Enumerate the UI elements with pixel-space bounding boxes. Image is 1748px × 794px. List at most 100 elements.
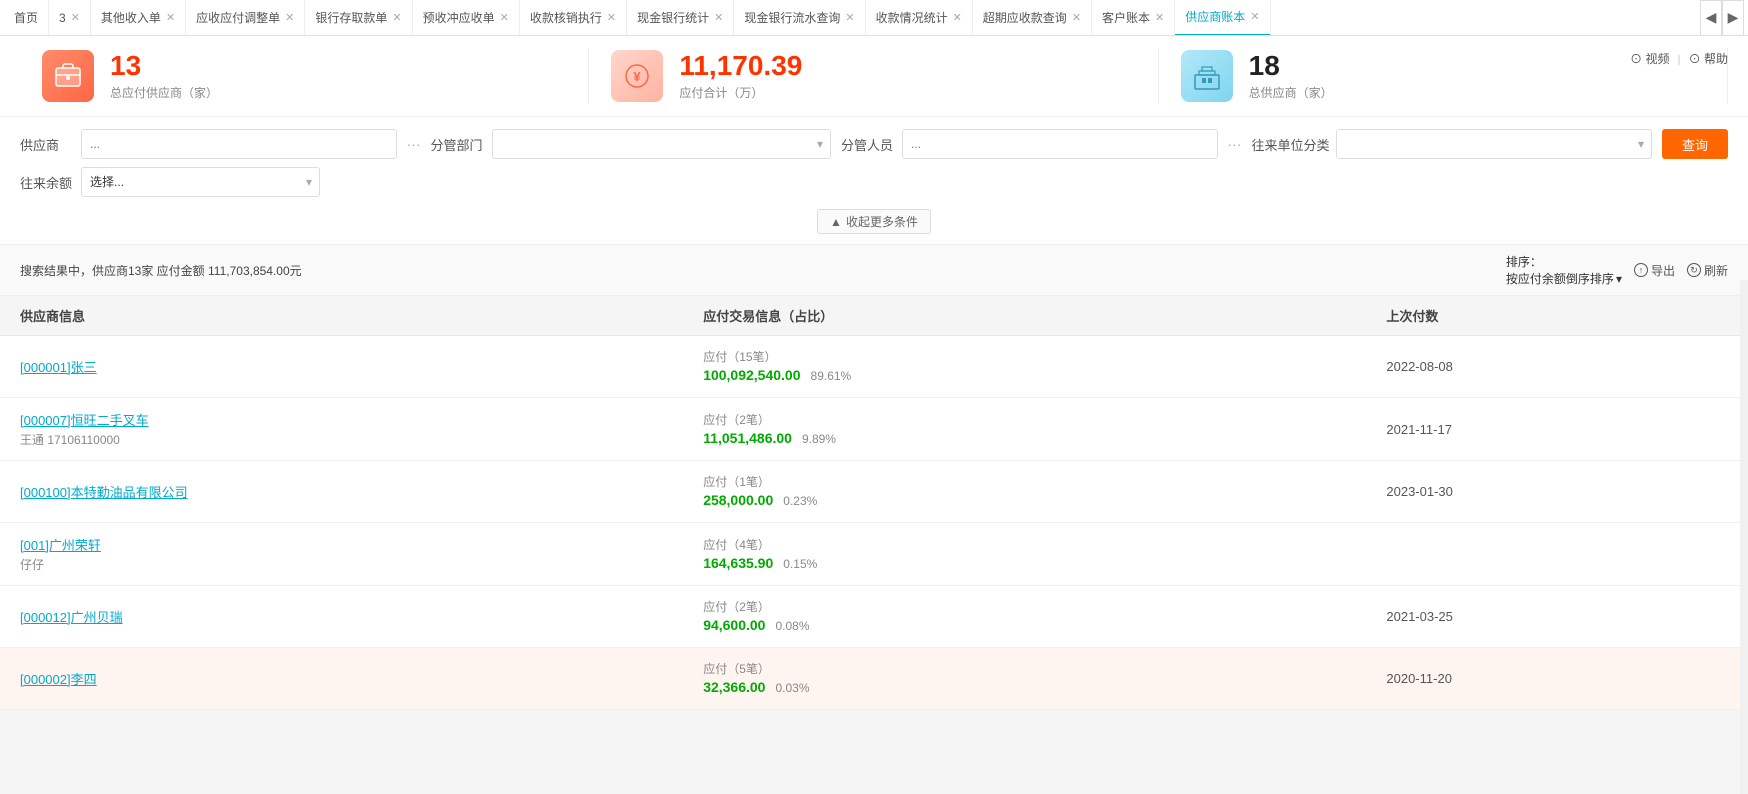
dept-select-wrapper xyxy=(492,129,832,159)
tx-cell: 应付（4笔） 164,635.90 0.15% xyxy=(703,536,1386,573)
refresh-button[interactable]: ↻ 刷新 xyxy=(1687,262,1728,279)
nav-tab-collection[interactable]: 收款核销执行 ✕ xyxy=(520,0,627,36)
table-row: [000007]恒旺二手叉车 王通 17106110000 应付（2笔） 11,… xyxy=(0,398,1748,461)
video-link[interactable]: ⊙ 视频 xyxy=(1630,50,1669,67)
tx-pct: 0.23% xyxy=(783,494,817,508)
nav-tab-3[interactable]: 3 ✕ xyxy=(49,0,91,36)
tx-pct: 9.89% xyxy=(802,432,836,446)
category-label: 往来单位分类 xyxy=(1252,135,1330,154)
nav-tab-home[interactable]: 首页 xyxy=(4,0,49,36)
tx-cell: 应付（15笔） 100,092,540.00 89.61% xyxy=(703,348,1386,385)
nav-tab-bank[interactable]: 银行存取款单 ✕ xyxy=(305,0,412,36)
result-summary: 搜索结果中，供应商13家 应付金额 111,703,854.00元 xyxy=(20,262,302,279)
supplier-cell: [000002]李四 xyxy=(20,669,703,688)
supplier-link[interactable]: [000001]张三 xyxy=(20,357,703,376)
table-header: 供应商信息 应付交易信息（占比） 上次付数 xyxy=(0,296,1748,336)
close-icon[interactable]: ✕ xyxy=(953,11,962,24)
last-pay-cell: 2021-03-25 xyxy=(1386,609,1728,624)
sort-button[interactable]: 按应付余额倒序排序 ▾ xyxy=(1506,270,1622,287)
tx-label: 应付（2笔） xyxy=(703,411,1386,428)
last-pay-cell: 2021-11-17 xyxy=(1386,422,1728,437)
filter-supplier: 供应商 ··· xyxy=(20,129,421,159)
supplier-cell: [000001]张三 xyxy=(20,357,703,376)
tx-row: 11,051,486.00 9.89% xyxy=(703,428,1386,448)
help-link[interactable]: ⊙ 帮助 xyxy=(1689,50,1728,67)
nav-tab-adjustment[interactable]: 应收应付调整单 ✕ xyxy=(186,0,305,36)
dept-label: 分管部门 xyxy=(431,135,486,154)
stat-payable-amount: ¥ 11,170.39 应付合计（万） xyxy=(589,48,1158,104)
nav-tab-collection-stats[interactable]: 收款情况统计 ✕ xyxy=(866,0,973,36)
nav-tab-other-income[interactable]: 其他收入单 ✕ xyxy=(91,0,186,36)
close-icon[interactable]: ✕ xyxy=(1155,11,1164,24)
close-icon[interactable]: ✕ xyxy=(500,11,509,24)
collapse-button[interactable]: ▲ 收起更多条件 xyxy=(817,209,931,234)
nav-next-arrow[interactable]: ▶ xyxy=(1722,0,1744,36)
supplier-link[interactable]: [000100]本特勤油品有限公司 xyxy=(20,482,703,501)
filter-category: 往来单位分类 xyxy=(1252,129,1653,159)
supplier-sub: 仔仔 xyxy=(20,556,703,573)
export-icon: ↑ xyxy=(1634,263,1648,277)
table-row: [000001]张三 应付（15笔） 100,092,540.00 89.61%… xyxy=(0,336,1748,398)
nav-tab-prepay[interactable]: 预收冲应收单 ✕ xyxy=(413,0,520,36)
search-button[interactable]: 查询 xyxy=(1662,129,1728,159)
category-select[interactable] xyxy=(1336,129,1652,159)
supplier-cell: [001]广州荣轩 仔仔 xyxy=(20,535,703,573)
dept-select[interactable] xyxy=(492,129,832,159)
balance-select[interactable]: 选择... xyxy=(81,167,320,197)
nav-tab-cash-flow[interactable]: 现金银行流水查询 ✕ xyxy=(734,0,865,36)
close-icon[interactable]: ✕ xyxy=(607,11,616,24)
top-navigation: 首页 3 ✕ 其他收入单 ✕ 应收应付调整单 ✕ 银行存取款单 ✕ 预收冲应收单… xyxy=(0,0,1748,36)
tx-row: 164,635.90 0.15% xyxy=(703,553,1386,573)
supplier-link[interactable]: [001]广州荣轩 xyxy=(20,535,703,554)
close-icon[interactable]: ✕ xyxy=(845,11,854,24)
person-input[interactable] xyxy=(902,129,1218,159)
close-icon[interactable]: ✕ xyxy=(1072,11,1081,24)
close-icon[interactable]: ✕ xyxy=(71,11,80,24)
close-icon[interactable]: ✕ xyxy=(714,11,723,24)
close-icon[interactable]: ✕ xyxy=(1250,10,1259,23)
nav-tab-customer-book[interactable]: 客户账本 ✕ xyxy=(1092,0,1175,36)
tx-amount: 100,092,540.00 xyxy=(703,367,800,383)
person-label: 分管人员 xyxy=(841,135,896,154)
supplier-payable-icon xyxy=(40,48,96,104)
last-pay-cell: 2022-08-08 xyxy=(1386,359,1728,374)
last-pay-cell: 2023-01-30 xyxy=(1386,484,1728,499)
filter-bar: 供应商 ··· 分管部门 分管人员 ··· 往来单位分类 查询 往来余额 xyxy=(0,117,1748,245)
table-row: [000012]广州贝瑞 应付（2笔） 94,600.00 0.08% 2021… xyxy=(0,586,1748,648)
supplier-link[interactable]: [000012]广州贝瑞 xyxy=(20,607,703,626)
tx-row: 94,600.00 0.08% xyxy=(703,615,1386,635)
top-links: ⊙ 视频 | ⊙ 帮助 xyxy=(1630,50,1728,67)
supplier-link[interactable]: [000002]李四 xyxy=(20,669,703,688)
person-ellipsis-icon[interactable]: ··· xyxy=(1228,136,1242,152)
nav-tab-supplier-book[interactable]: 供应商账本 ✕ xyxy=(1175,0,1270,36)
filter-dept: 分管部门 xyxy=(431,129,832,159)
tx-cell: 应付（2笔） 94,600.00 0.08% xyxy=(703,598,1386,635)
nav-prev-arrow[interactable]: ◀ xyxy=(1700,0,1722,36)
close-icon[interactable]: ✕ xyxy=(166,11,175,24)
supplier-ellipsis-icon[interactable]: ··· xyxy=(407,136,421,152)
tx-pct: 0.15% xyxy=(783,557,817,571)
supplier-input[interactable] xyxy=(81,129,397,159)
nav-arrows: ◀ ▶ xyxy=(1700,0,1744,36)
col-header-lastpay: 上次付数 xyxy=(1386,306,1728,325)
result-bar: 搜索结果中，供应商13家 应付金额 111,703,854.00元 排序： 按应… xyxy=(0,245,1748,296)
stats-bar: 13 总应付供应商（家） ¥ 11,170.39 应付合计（万） xyxy=(0,36,1748,117)
close-icon[interactable]: ✕ xyxy=(392,11,401,24)
payable-amount-count: 11,170.39 xyxy=(679,51,802,82)
tx-amount: 258,000.00 xyxy=(703,492,773,508)
balance-label: 往来余额 xyxy=(20,173,75,192)
supplier-link[interactable]: [000007]恒旺二手叉车 xyxy=(20,410,703,429)
last-pay-cell: 2020-11-20 xyxy=(1386,671,1728,686)
total-suppliers-label: 总供应商（家） xyxy=(1249,84,1333,101)
col-header-supplier: 供应商信息 xyxy=(20,306,703,325)
table-row: [000002]李四 应付（5笔） 32,366.00 0.03% 2020-1… xyxy=(0,648,1748,710)
filter-row-1: 供应商 ··· 分管部门 分管人员 ··· 往来单位分类 查询 xyxy=(20,129,1728,159)
scrollbar[interactable] xyxy=(1740,280,1748,794)
nav-tab-overdue[interactable]: 超期应收款查询 ✕ xyxy=(973,0,1092,36)
table-row: [000100]本特勤油品有限公司 应付（1笔） 258,000.00 0.23… xyxy=(0,461,1748,523)
tx-cell: 应付（5笔） 32,366.00 0.03% xyxy=(703,660,1386,697)
close-icon[interactable]: ✕ xyxy=(285,11,294,24)
col-header-tx: 应付交易信息（占比） xyxy=(703,306,1386,325)
nav-tab-cash-stats[interactable]: 现金银行统计 ✕ xyxy=(627,0,734,36)
export-button[interactable]: ↑ 导出 xyxy=(1634,262,1675,279)
